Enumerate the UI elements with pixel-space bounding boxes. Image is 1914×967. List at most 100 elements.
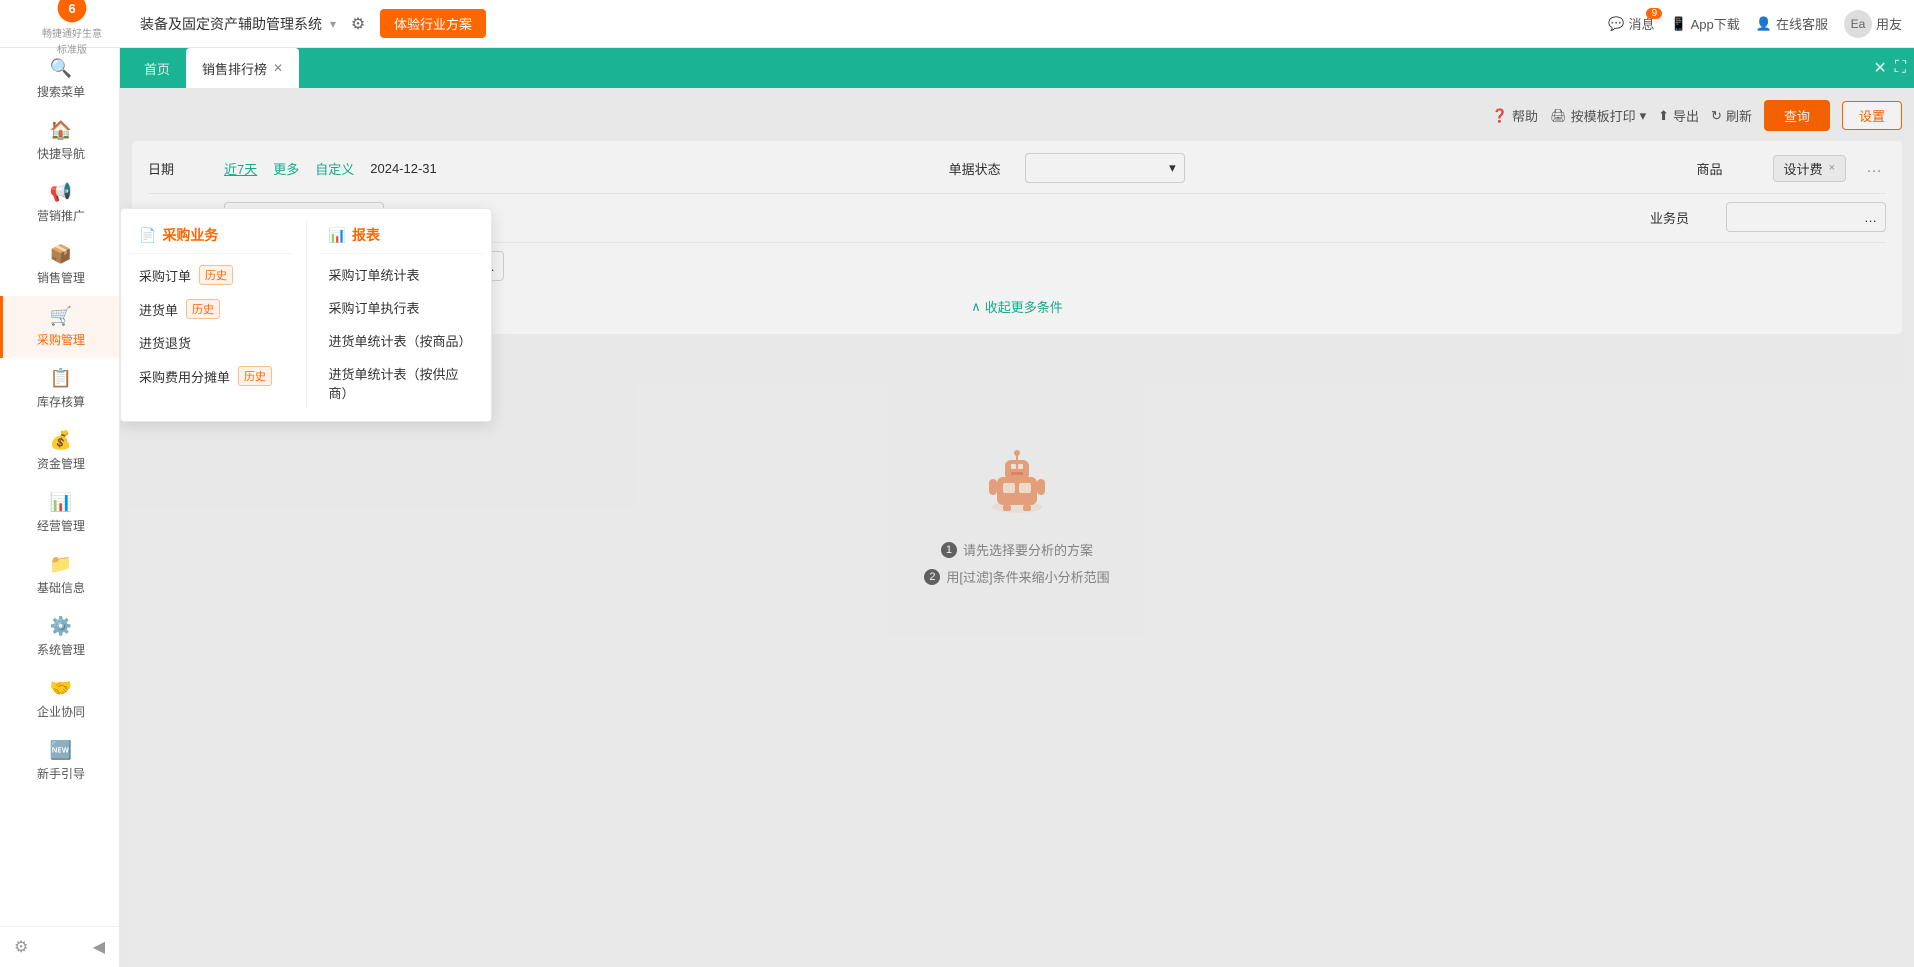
sidebar-item-search[interactable]: 🔍 搜索菜单: [0, 48, 119, 110]
sidebar: 🔍 搜索菜单 🏠 快捷导航 📢 营销推广 📦 销售管理 🛒 采购管理 📋 库存核…: [0, 48, 120, 967]
purchase-order-history-tag: 历史: [199, 265, 233, 285]
industry-btn[interactable]: 体验行业方案: [380, 9, 486, 38]
tab-bar-right: ✕ ⛶: [1873, 58, 1906, 78]
sidebar-item-label: 库存核算: [37, 393, 85, 410]
report-col-title: 报表: [352, 225, 380, 245]
sidebar-item-label: 新手引导: [37, 765, 85, 782]
sidebar-item-operations[interactable]: 📊 经营管理: [0, 482, 119, 544]
home-icon: 🏠: [50, 120, 72, 141]
stock-in-item[interactable]: 进货单 历史: [129, 292, 294, 326]
purchase-dropdown-menu: 📄 采购业务 采购订单 历史 进货单 历史 进货退货: [120, 208, 492, 422]
dropdown-divider: [306, 221, 307, 409]
logo-tagline: 畅捷通好生意: [42, 25, 102, 40]
marketing-icon: 📢: [50, 182, 72, 203]
header: 6 畅捷通好生意 标准版 装备及固定资产辅助管理系统 ▾ ⚙ 体验行业方案 💬 …: [0, 0, 1914, 48]
message-badge: 9: [1646, 8, 1662, 19]
header-right: 💬 消息 9 📱 App下载 👤 在线客服 Ea 用友: [1608, 10, 1902, 38]
cooperation-icon: 🤝: [50, 678, 72, 699]
inventory-icon: 📋: [50, 368, 72, 389]
sidebar-item-label: 系统管理: [37, 641, 85, 658]
operations-icon: 📊: [50, 492, 72, 513]
logo-version: 标准版: [57, 41, 87, 56]
sidebar-item-finance[interactable]: 💰 资金管理: [0, 420, 119, 482]
headset-icon: 👤: [1756, 16, 1772, 32]
user-avatar: Ea: [1844, 10, 1872, 38]
tab-sales-rank-label: 销售排行榜: [202, 59, 267, 78]
finance-icon: 💰: [50, 430, 72, 451]
tab-close-icon[interactable]: ✕: [273, 61, 283, 75]
header-middle: 装备及固定资产辅助管理系统 ▾ ⚙ 体验行业方案: [132, 9, 1608, 38]
tab-home[interactable]: 首页: [128, 48, 186, 88]
purchase-col-header: 📄 采购业务: [129, 221, 294, 254]
purchase-order-exec-item[interactable]: 采购订单执行表: [319, 291, 484, 324]
system-icon: ⚙️: [50, 616, 72, 637]
stock-return-item[interactable]: 进货退货: [129, 326, 294, 359]
stock-return-label: 进货退货: [139, 333, 191, 352]
report-col: 📊 报表 采购订单统计表 采购订单执行表 进货单统计表（按商品） 进货单统计表（…: [311, 221, 492, 409]
message-btn[interactable]: 💬 消息 9: [1608, 14, 1654, 33]
tab-minimize-icon[interactable]: ✕: [1873, 58, 1886, 78]
sidebar-item-label: 采购管理: [37, 331, 85, 348]
message-icon: 💬: [1608, 16, 1624, 32]
sidebar-item-label: 搜索菜单: [37, 83, 85, 100]
phone-icon: 📱: [1670, 16, 1686, 32]
sidebar-collapse-btn[interactable]: ◀: [93, 937, 105, 957]
sidebar-item-cooperation[interactable]: 🤝 企业协同: [0, 668, 119, 730]
report-col-icon: 📊: [329, 227, 346, 244]
basic-icon: 📁: [50, 554, 72, 575]
purchase-order-exec-label: 采购订单执行表: [329, 298, 420, 317]
user-btn[interactable]: Ea 用友: [1844, 10, 1902, 38]
sidebar-item-inventory[interactable]: 📋 库存核算: [0, 358, 119, 420]
sidebar-item-marketing[interactable]: 📢 营销推广: [0, 172, 119, 234]
logo-area: 6 畅捷通好生意 标准版: [12, 0, 132, 56]
sidebar-item-sales[interactable]: 📦 销售管理: [0, 234, 119, 296]
sidebar-item-label: 企业协同: [37, 703, 85, 720]
report-col-header: 📊 报表: [319, 221, 484, 254]
settings-icon[interactable]: ⚙: [344, 10, 372, 38]
logo-icon: 6: [56, 0, 88, 24]
sidebar-item-basic[interactable]: 📁 基础信息: [0, 544, 119, 606]
purchase-cost-label: 采购费用分摊单: [139, 367, 230, 386]
purchase-order-stat-label: 采购订单统计表: [329, 265, 420, 284]
system-title: 装备及固定资产辅助管理系统: [140, 14, 322, 34]
sidebar-item-label: 资金管理: [37, 455, 85, 472]
sidebar-item-guide[interactable]: 🆕 新手引导: [0, 730, 119, 792]
sidebar-footer: ⚙ ◀: [0, 926, 119, 967]
sidebar-item-purchase[interactable]: 🛒 采购管理: [0, 296, 119, 358]
tab-maximize-icon[interactable]: ⛶: [1895, 59, 1906, 77]
tab-home-label: 首页: [144, 59, 170, 78]
stock-in-label: 进货单: [139, 300, 178, 319]
purchase-col: 📄 采购业务 采购订单 历史 进货单 历史 进货退货: [121, 221, 302, 409]
online-service-btn[interactable]: 👤 在线客服: [1756, 14, 1828, 33]
sidebar-settings-btn[interactable]: ⚙: [14, 937, 28, 957]
app-download-btn[interactable]: 📱 App下载: [1670, 14, 1739, 33]
user-label: 用友: [1876, 14, 1902, 33]
purchase-order-item[interactable]: 采购订单 历史: [129, 258, 294, 292]
sidebar-item-system[interactable]: ⚙️ 系统管理: [0, 606, 119, 668]
tab-sales-rank[interactable]: 销售排行榜 ✕: [186, 48, 299, 88]
tab-bar: 首页 销售排行榜 ✕ ✕ ⛶: [120, 48, 1914, 88]
stock-in-stat-goods-label: 进货单统计表（按商品）: [329, 331, 472, 350]
purchase-col-icon: 📄: [139, 227, 156, 244]
purchase-icon: 🛒: [50, 306, 72, 327]
page-content: ❓ 帮助 🖨 按模板打印 ▾ ⬆ 导出 ↻ 刷新 查询 设置: [120, 88, 1914, 967]
sidebar-item-label: 快捷导航: [37, 145, 85, 162]
stock-in-history-tag: 历史: [186, 299, 220, 319]
sidebar-item-quicknav[interactable]: 🏠 快捷导航: [0, 110, 119, 172]
sidebar-item-label: 营销推广: [37, 207, 85, 224]
purchase-cost-item[interactable]: 采购费用分摊单 历史: [129, 359, 294, 393]
main-layout: 🔍 搜索菜单 🏠 快捷导航 📢 营销推广 📦 销售管理 🛒 采购管理 📋 库存核…: [0, 48, 1914, 967]
purchase-order-stat-item[interactable]: 采购订单统计表: [319, 258, 484, 291]
system-dropdown-arrow[interactable]: ▾: [330, 17, 336, 31]
sales-icon: 📦: [50, 244, 72, 265]
stock-in-stat-supplier-item[interactable]: 进货单统计表（按供应商）: [319, 357, 484, 409]
content-area: 首页 销售排行榜 ✕ ✕ ⛶ ❓ 帮助 🖨 按模板打印: [120, 48, 1914, 967]
purchase-col-title: 采购业务: [162, 225, 218, 245]
purchase-cost-history-tag: 历史: [238, 366, 272, 386]
purchase-order-label: 采购订单: [139, 266, 191, 285]
sidebar-item-label: 基础信息: [37, 579, 85, 596]
stock-in-stat-supplier-label: 进货单统计表（按供应商）: [329, 364, 474, 402]
svg-text:6: 6: [68, 0, 75, 15]
sidebar-item-label: 销售管理: [37, 269, 85, 286]
stock-in-stat-goods-item[interactable]: 进货单统计表（按商品）: [319, 324, 484, 357]
